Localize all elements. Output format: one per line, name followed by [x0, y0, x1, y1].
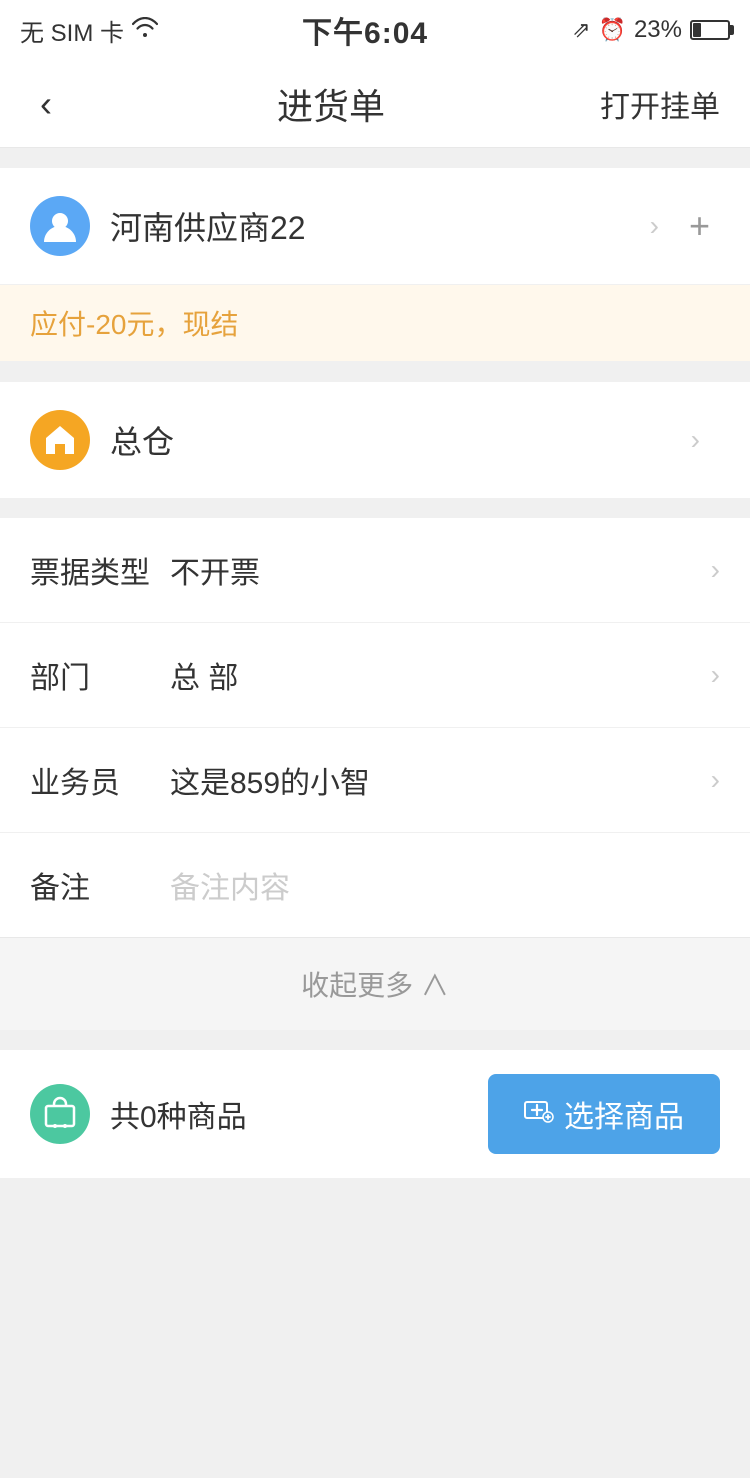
supplier-name: 河南供应商22	[110, 203, 650, 249]
carrier-text: 无 SIM 卡	[20, 13, 124, 48]
person-icon	[42, 208, 78, 244]
remark-label: 备注	[30, 863, 170, 907]
supplier-section: 河南供应商22 › + 应付-20元，现结	[0, 168, 750, 362]
invoice-type-label: 票据类型	[30, 548, 170, 592]
dept-value: 总 部	[170, 653, 711, 697]
collapse-toggle[interactable]: 收起更多 ∧	[0, 937, 750, 1030]
staff-chevron-icon: ›	[711, 764, 720, 796]
page-title: 进货单	[277, 78, 385, 130]
battery-percentage: 23%	[634, 16, 682, 44]
product-count-label: 共0种商品	[110, 1092, 488, 1136]
remark-row[interactable]: 备注 备注内容	[0, 833, 750, 937]
cart-icon	[42, 1096, 78, 1132]
section-divider-1	[0, 498, 750, 518]
status-right-group: ⇗ ⏰ 23%	[572, 16, 730, 44]
select-product-label: 选择商品	[564, 1092, 684, 1136]
carrier-info: 无 SIM 卡	[20, 13, 158, 48]
remark-input[interactable]: 备注内容	[170, 863, 720, 907]
invoice-type-row[interactable]: 票据类型 不开票 ›	[0, 518, 750, 623]
dept-label: 部门	[30, 653, 170, 697]
department-row[interactable]: 部门 总 部 ›	[0, 623, 750, 728]
product-footer: 共0种商品 选择商品	[0, 1050, 750, 1178]
open-pending-button[interactable]: 打开挂单	[600, 82, 720, 126]
supplier-notice: 应付-20元，现结	[0, 285, 750, 362]
home-icon	[42, 422, 78, 458]
back-button[interactable]: ‹	[30, 73, 62, 135]
warehouse-row[interactable]: 总仓 ›	[0, 382, 750, 498]
section-gap-2	[0, 362, 750, 382]
warehouse-name: 总仓	[110, 417, 691, 463]
invoice-chevron-icon: ›	[711, 554, 720, 586]
select-product-icon	[524, 1098, 554, 1130]
form-section: 票据类型 不开票 › 部门 总 部 › 业务员 这是859的小智 › 备注 备注…	[0, 518, 750, 937]
battery-icon	[690, 20, 730, 40]
supplier-avatar	[30, 196, 90, 256]
location-icon: ⇗	[572, 17, 590, 43]
status-bar: 无 SIM 卡 下午6:04 ⇗ ⏰ 23%	[0, 0, 750, 60]
add-button[interactable]: +	[679, 205, 720, 247]
staff-value: 这是859的小智	[170, 758, 711, 802]
status-time: 下午6:04	[302, 8, 428, 52]
supplier-row[interactable]: 河南供应商22 › +	[0, 168, 750, 285]
alarm-icon: ⏰	[599, 17, 626, 43]
staff-row[interactable]: 业务员 这是859的小智 ›	[0, 728, 750, 833]
wifi-icon	[132, 16, 158, 44]
product-icon	[30, 1084, 90, 1144]
section-gap-1	[0, 148, 750, 168]
warehouse-section: 总仓 ›	[0, 382, 750, 498]
supplier-chevron-icon: ›	[650, 210, 659, 242]
staff-label: 业务员	[30, 758, 170, 802]
invoice-type-value: 不开票	[170, 548, 711, 592]
bottom-empty-area	[0, 1178, 750, 1478]
nav-bar: ‹ 进货单 打开挂单	[0, 60, 750, 148]
dept-chevron-icon: ›	[711, 659, 720, 691]
warehouse-chevron-icon: ›	[691, 424, 700, 456]
warehouse-icon	[30, 410, 90, 470]
select-product-button[interactable]: 选择商品	[488, 1074, 720, 1154]
